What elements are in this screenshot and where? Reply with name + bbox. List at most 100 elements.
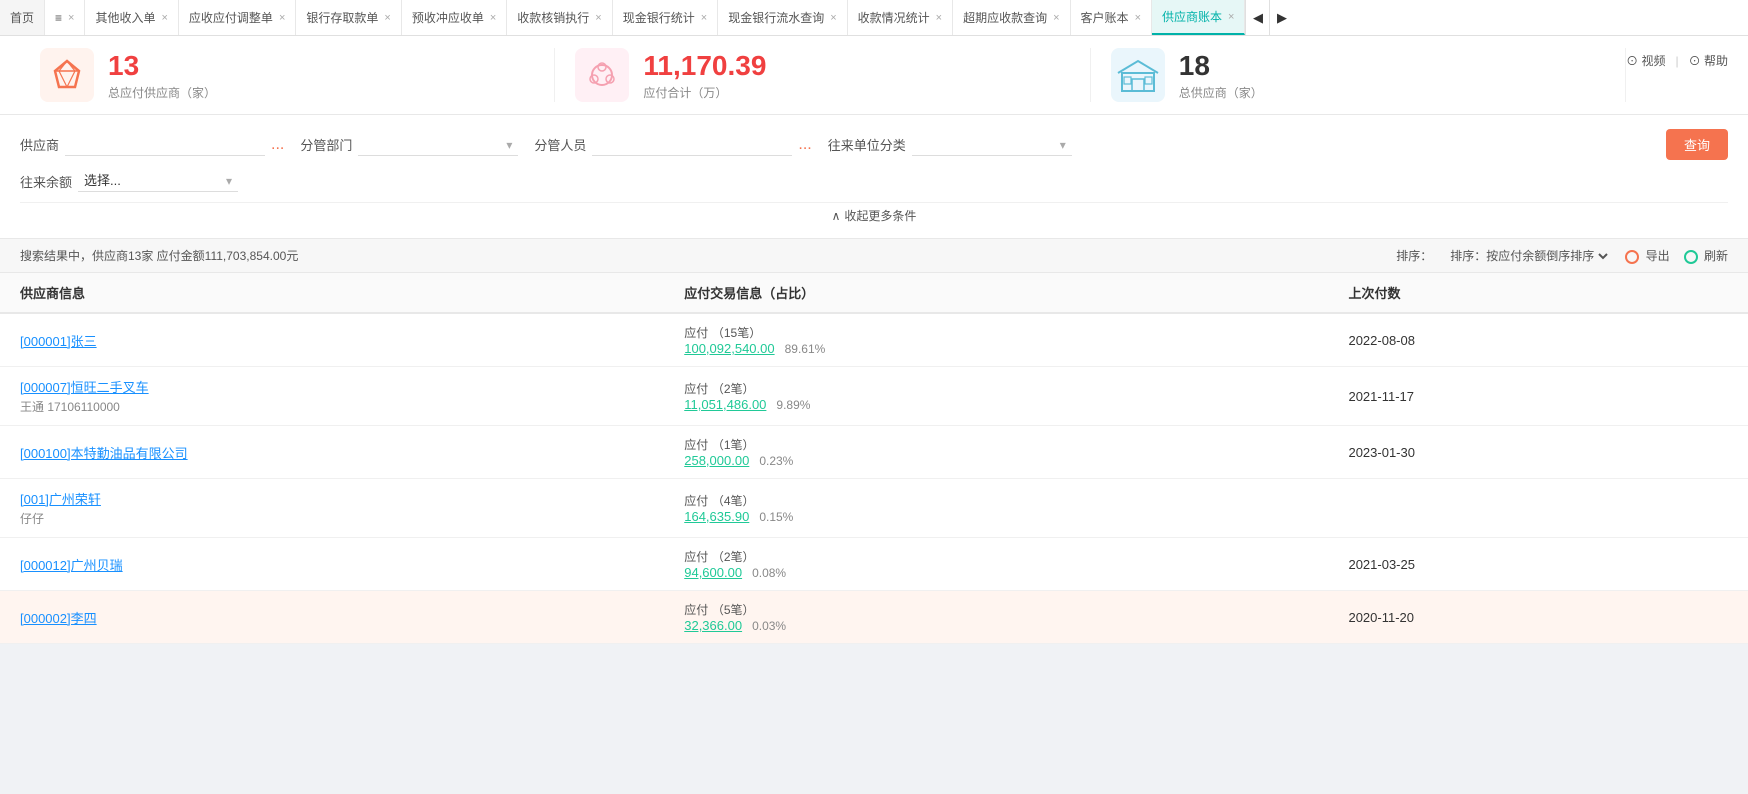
close-icon[interactable]: ×: [384, 12, 390, 24]
close-icon[interactable]: ×: [701, 12, 707, 24]
payable-total-amount: 11,170.39: [643, 49, 766, 83]
nav-tab-customer-ledger[interactable]: 客户账本 ×: [1071, 0, 1152, 35]
nav-tab-overdue[interactable]: 超期应收款查询 ×: [953, 0, 1070, 35]
nav-tab-prepay[interactable]: 预收冲应收单 ×: [402, 0, 507, 35]
close-icon[interactable]: ×: [830, 12, 836, 24]
table-container: 供应商信息 应付交易信息（占比） 上次付数 [000001]张三应付 （15笔）…: [0, 273, 1748, 644]
top-links: ⊙ 视频 | ⊙ 帮助: [1626, 48, 1728, 69]
nav-tab-cash-flow[interactable]: 现金银行流水查询 ×: [718, 0, 847, 35]
nav-tab-bank[interactable]: 银行存取款单 ×: [296, 0, 401, 35]
nav-tab-other-income[interactable]: 其他收入单 ×: [85, 0, 178, 35]
close-icon[interactable]: ×: [68, 12, 74, 24]
nav-next-arrow[interactable]: ▶: [1269, 0, 1293, 35]
filter-row-2: 往来余额 选择...: [20, 170, 1728, 192]
collapse-button[interactable]: ∧ 收起更多条件: [20, 202, 1728, 228]
filter-balance: 往来余额 选择...: [20, 170, 238, 192]
amount-percent: 0.08%: [752, 566, 786, 580]
grain-icon: [575, 48, 629, 102]
close-icon[interactable]: ×: [161, 12, 167, 24]
close-icon[interactable]: ×: [1228, 11, 1234, 23]
export-label: 导出: [1646, 249, 1670, 263]
tx-label: 应付 （1笔）: [684, 436, 1308, 453]
chevron-up-icon: ∧: [832, 209, 841, 223]
tx-amount-row: 32,366.00 0.03%: [684, 618, 1308, 633]
refresh-label: 刷新: [1704, 249, 1728, 263]
result-actions: 排序： 排序：按应付余额倒序排序 导出 刷新: [1396, 247, 1728, 264]
last-payment-date: [1328, 479, 1748, 538]
nav-tab-verify[interactable]: 收款核销执行 ×: [507, 0, 612, 35]
close-icon[interactable]: ×: [936, 12, 942, 24]
query-button[interactable]: 查询: [1666, 129, 1728, 160]
help-link[interactable]: ⊙ 帮助: [1689, 52, 1728, 69]
supplier-link[interactable]: [000007]恒旺二手叉车: [20, 380, 149, 395]
tx-label: 应付 （15笔）: [684, 324, 1308, 341]
balance-select[interactable]: 选择...: [78, 170, 238, 192]
supplier-sub-info: 王通 17106110000: [20, 398, 644, 415]
supplier-input[interactable]: [65, 134, 265, 156]
person-input[interactable]: [592, 134, 792, 156]
payable-suppliers-label: 总应付供应商（家）: [108, 84, 216, 101]
refresh-icon: [1684, 250, 1698, 264]
filter-supplier: 供应商 ...: [20, 134, 284, 156]
supplier-dots-icon[interactable]: ...: [271, 136, 284, 154]
amount-percent: 0.03%: [752, 619, 786, 633]
table-row: [001]广州荣轩仔仔 应付 （4笔）164,635.90 0.15%: [0, 479, 1748, 538]
amount-link[interactable]: 100,092,540.00: [684, 341, 774, 356]
nav-tab-collection-stat[interactable]: 收款情况统计 ×: [848, 0, 953, 35]
nav-tab-label: 现金银行流水查询: [728, 9, 824, 26]
category-select[interactable]: [912, 134, 1072, 156]
filter-category: 往来单位分类: [828, 134, 1072, 156]
table-row: [000100]本特勤油品有限公司应付 （1笔）258,000.000.23%2…: [0, 426, 1748, 479]
nav-tab-home[interactable]: 首页: [0, 0, 45, 35]
close-icon[interactable]: ×: [279, 12, 285, 24]
supplier-link[interactable]: [000012]广州贝瑞: [20, 558, 123, 573]
dept-select[interactable]: [358, 134, 518, 156]
amount-link[interactable]: 11,051,486.00: [684, 397, 766, 412]
payable-total-label: 应付合计（万）: [643, 84, 766, 101]
nav-tab-label: 收款核销执行: [517, 9, 589, 26]
refresh-button[interactable]: 刷新: [1684, 247, 1728, 264]
supplier-sub-info: 仔仔: [20, 510, 644, 527]
amount-percent: 0.15%: [759, 510, 793, 524]
tx-label: 应付 （5笔）: [684, 601, 1308, 618]
tx-label: 应付 （4笔）: [684, 492, 1308, 509]
amount-link[interactable]: 32,366.00: [684, 618, 742, 633]
nav-tab-label: 超期应收款查询: [963, 9, 1047, 26]
amount-link[interactable]: 94,600.00: [684, 565, 742, 580]
supplier-link[interactable]: [000100]本特勤油品有限公司: [20, 446, 188, 461]
video-link[interactable]: ⊙ 视频: [1626, 52, 1665, 69]
amount-link[interactable]: 258,000.00: [684, 453, 749, 468]
sort-select[interactable]: 排序：按应付余额倒序排序: [1446, 248, 1611, 264]
table-row: [000001]张三应付 （15笔）100,092,540.0089.61%20…: [0, 313, 1748, 367]
supplier-table: 供应商信息 应付交易信息（占比） 上次付数 [000001]张三应付 （15笔）…: [0, 273, 1748, 644]
filter-row-1: 供应商 ... 分管部门 分管人员 ... 往来单位分类 查询: [20, 129, 1728, 160]
supplier-link[interactable]: [000001]张三: [20, 334, 97, 349]
supplier-link[interactable]: [000002]李四: [20, 611, 97, 626]
supplier-link[interactable]: [001]广州荣轩: [20, 492, 101, 507]
nav-tab-cash-stat[interactable]: 现金银行统计 ×: [613, 0, 718, 35]
export-button[interactable]: 导出: [1625, 247, 1669, 264]
last-payment-date: 2021-11-17: [1328, 367, 1748, 426]
col-last-header: 上次付数: [1328, 273, 1748, 313]
close-icon[interactable]: ×: [595, 12, 601, 24]
nav-prev-arrow[interactable]: ◀: [1245, 0, 1269, 35]
amount-link[interactable]: 164,635.90: [684, 509, 749, 524]
top-navigation: 首页 ≡ × 其他收入单 × 应收应付调整单 × 银行存取款单 × 预收冲应收单…: [0, 0, 1748, 36]
dept-label: 分管部门: [300, 135, 352, 154]
nav-tab-label: 应收应付调整单: [189, 9, 273, 26]
nav-tab-supplier-ledger[interactable]: 供应商账本 ×: [1152, 0, 1245, 35]
nav-tab-menu[interactable]: ≡ ×: [45, 0, 85, 35]
nav-tab-label: 收款情况统计: [858, 9, 930, 26]
last-payment-date: 2021-03-25: [1328, 538, 1748, 591]
nav-tab-adjust[interactable]: 应收应付调整单 ×: [179, 0, 296, 35]
diamond-icon: [40, 48, 94, 102]
person-label: 分管人员: [534, 135, 586, 154]
close-icon[interactable]: ×: [1053, 12, 1059, 24]
person-dots-icon[interactable]: ...: [798, 136, 811, 154]
close-icon[interactable]: ×: [490, 12, 496, 24]
close-icon[interactable]: ×: [1135, 12, 1141, 24]
nav-tab-label: ≡: [55, 11, 62, 25]
summary-payable-total: 11,170.39 应付合计（万）: [555, 48, 1090, 102]
summary-payable-suppliers: 13 总应付供应商（家）: [20, 48, 555, 102]
tx-label: 应付 （2笔）: [684, 548, 1308, 565]
